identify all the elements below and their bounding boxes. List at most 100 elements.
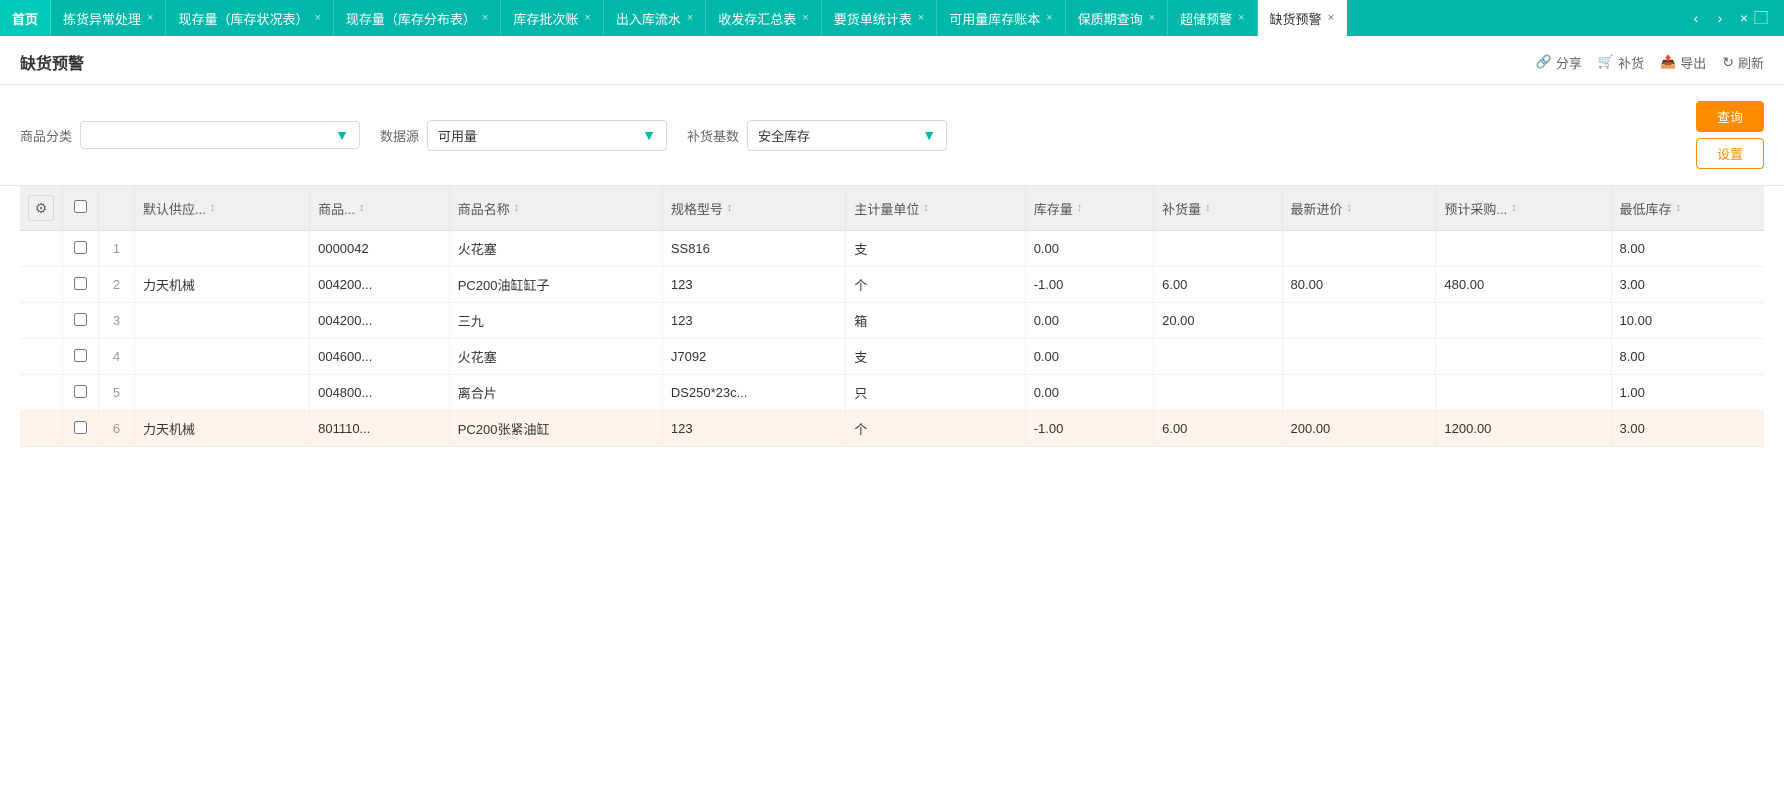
- th-goods-code-label: 商品...: [318, 199, 355, 218]
- row-checkbox-4[interactable]: [74, 385, 87, 398]
- td-unit-3: 支: [846, 339, 1025, 375]
- tab-close-inout-flow[interactable]: ×: [687, 12, 693, 24]
- td-est-purchase-5: 1200.00: [1436, 411, 1611, 447]
- tab-item-batch-account[interactable]: 库存批次账 ×: [501, 0, 603, 36]
- th-stock-sort[interactable]: 库存量 ↕: [1034, 199, 1145, 218]
- main-content: 缺货预警 🔗 分享 🛒 补货 📤 导出 ↻ 刷新 商品分类: [0, 36, 1784, 796]
- refresh-label: 刷新: [1738, 53, 1764, 72]
- tab-close-defect-process[interactable]: ×: [147, 12, 153, 24]
- tab-close-overstock[interactable]: ×: [1238, 12, 1244, 24]
- tab-label: 库存批次账: [513, 9, 578, 28]
- th-est-purchase-label: 预计采购...: [1444, 199, 1507, 218]
- tab-item-home[interactable]: 首页: [0, 0, 51, 36]
- tab-prev-button[interactable]: ‹: [1684, 6, 1708, 30]
- td-goods-name-2: 三九: [449, 303, 662, 339]
- th-goods-name-sort[interactable]: 商品名称 ↕: [458, 199, 654, 218]
- tab-item-shortage[interactable]: 缺货预警×: [1258, 0, 1347, 36]
- td-settings-2: [20, 303, 63, 339]
- tab-next-button[interactable]: ›: [1708, 6, 1732, 30]
- th-supplier-sort[interactable]: 默认供应... ↕: [143, 199, 301, 218]
- replenish-base-label: 补货基数: [687, 126, 739, 145]
- refresh-button[interactable]: ↻ 刷新: [1722, 53, 1764, 72]
- th-min-stock-sort[interactable]: 最低库存 ↕: [1620, 199, 1756, 218]
- tab-bar: 首页拣货异常处理×现存量（库存状况表）×现存量（库存分布表）×库存批次账×出入库…: [0, 0, 1784, 36]
- tab-item-req-stats[interactable]: 要货单统计表×: [822, 0, 937, 36]
- latest-price-sort-icon: ↕: [1347, 202, 1353, 214]
- datasource-select-value: 可用量: [438, 126, 477, 145]
- td-min-stock-2: 10.00: [1611, 303, 1764, 339]
- tab-close-inventory-dist[interactable]: ×: [482, 12, 488, 24]
- th-spec-label: 规格型号: [671, 199, 723, 218]
- tab-close-avail-ledger[interactable]: ×: [1046, 12, 1052, 24]
- td-stock-0: 0.00: [1025, 231, 1153, 267]
- select-all-checkbox[interactable]: [74, 200, 87, 213]
- tab-item-expiry[interactable]: 保质期查询 ×: [1066, 0, 1168, 36]
- td-replenish-1: 6.00: [1154, 267, 1282, 303]
- tab-item-inout-flow[interactable]: 出入库流水 ×: [604, 0, 706, 36]
- th-latest-price: 最新进价 ↕: [1282, 186, 1436, 231]
- tab-close-shortage[interactable]: ×: [1328, 12, 1334, 24]
- th-goods-code-sort[interactable]: 商品... ↕: [318, 199, 441, 218]
- tab-item-avail-ledger[interactable]: 可用量库存账本 ×: [937, 0, 1065, 36]
- export-button[interactable]: 📤 导出: [1660, 53, 1706, 72]
- th-latest-price-sort[interactable]: 最新进价 ↕: [1291, 199, 1428, 218]
- th-supplier-label: 默认供应...: [143, 199, 206, 218]
- tab-item-inventory-status[interactable]: 现存量（库存状况表）×: [166, 0, 333, 36]
- row-checkbox-5[interactable]: [74, 421, 87, 434]
- td-check-2: [63, 303, 99, 339]
- share-button[interactable]: 🔗 分享: [1536, 53, 1582, 72]
- refresh-icon: ↻: [1722, 54, 1734, 71]
- row-checkbox-3[interactable]: [74, 349, 87, 362]
- td-spec-3: J7092: [662, 339, 845, 375]
- td-stock-1: -1.00: [1025, 267, 1153, 303]
- tab-item-recv-summary[interactable]: 收发存汇总表×: [706, 0, 821, 36]
- tab-label: 可用量库存账本: [949, 9, 1040, 28]
- row-checkbox-1[interactable]: [74, 277, 87, 290]
- datasource-select[interactable]: 可用量 ▼: [427, 120, 667, 151]
- supplier-sort-icon: ↕: [210, 202, 216, 214]
- row-checkbox-2[interactable]: [74, 313, 87, 326]
- td-unit-5: 个: [846, 411, 1025, 447]
- th-spec-sort[interactable]: 规格型号 ↕: [671, 199, 837, 218]
- tab-close-batch-account[interactable]: ×: [584, 12, 590, 24]
- tab-close-expiry[interactable]: ×: [1149, 12, 1155, 24]
- tab-item-overstock[interactable]: 超储预警×: [1168, 0, 1257, 36]
- td-settings-1: [20, 267, 63, 303]
- th-est-purchase-sort[interactable]: 预计采购... ↕: [1444, 199, 1602, 218]
- export-label: 导出: [1680, 53, 1706, 72]
- tab-expand-button[interactable]: ⃞: [1756, 6, 1780, 30]
- settings-button[interactable]: 设置: [1696, 138, 1764, 169]
- unit-sort-icon: ↕: [923, 202, 929, 214]
- td-unit-2: 箱: [846, 303, 1025, 339]
- tab-label: 出入库流水: [616, 9, 681, 28]
- column-settings-button[interactable]: ⚙: [28, 195, 54, 221]
- th-min-stock: 最低库存 ↕: [1611, 186, 1764, 231]
- th-replenish-sort[interactable]: 补货量 ↕: [1162, 199, 1273, 218]
- td-num-4: 5: [99, 375, 135, 411]
- tab-close-req-stats[interactable]: ×: [918, 12, 924, 24]
- tab-close-button[interactable]: ×: [1732, 6, 1756, 30]
- th-unit-sort[interactable]: 主计量单位 ↕: [854, 199, 1016, 218]
- tab-close-recv-summary[interactable]: ×: [802, 12, 808, 24]
- table-row: 1 0000042 火花塞 SS816 支 0.00 8.00: [20, 231, 1764, 267]
- th-spec: 规格型号 ↕: [662, 186, 845, 231]
- goods-code-sort-icon: ↕: [359, 202, 365, 214]
- tab-item-defect-process[interactable]: 拣货异常处理×: [51, 0, 166, 36]
- tab-close-inventory-status[interactable]: ×: [314, 12, 320, 24]
- replenish-button[interactable]: 🛒 补货: [1598, 53, 1644, 72]
- table-row: 5 004800... 离合片 DS250*23c... 只 0.00 1.00: [20, 375, 1764, 411]
- category-select[interactable]: ▼: [80, 121, 360, 149]
- td-check-4: [63, 375, 99, 411]
- replenish-base-select[interactable]: 安全库存 ▼: [747, 120, 947, 151]
- row-checkbox-0[interactable]: [74, 241, 87, 254]
- td-unit-1: 个: [846, 267, 1025, 303]
- tab-label: 保质期查询: [1078, 9, 1143, 28]
- th-unit: 主计量单位 ↕: [846, 186, 1025, 231]
- query-button[interactable]: 查询: [1696, 101, 1764, 132]
- td-settings-3: [20, 339, 63, 375]
- td-goods-name-4: 离合片: [449, 375, 662, 411]
- page-title: 缺货预警: [20, 50, 84, 74]
- tab-item-inventory-dist[interactable]: 现存量（库存分布表）×: [334, 0, 501, 36]
- th-unit-label: 主计量单位: [854, 199, 919, 218]
- td-goods-code-2: 004200...: [310, 303, 450, 339]
